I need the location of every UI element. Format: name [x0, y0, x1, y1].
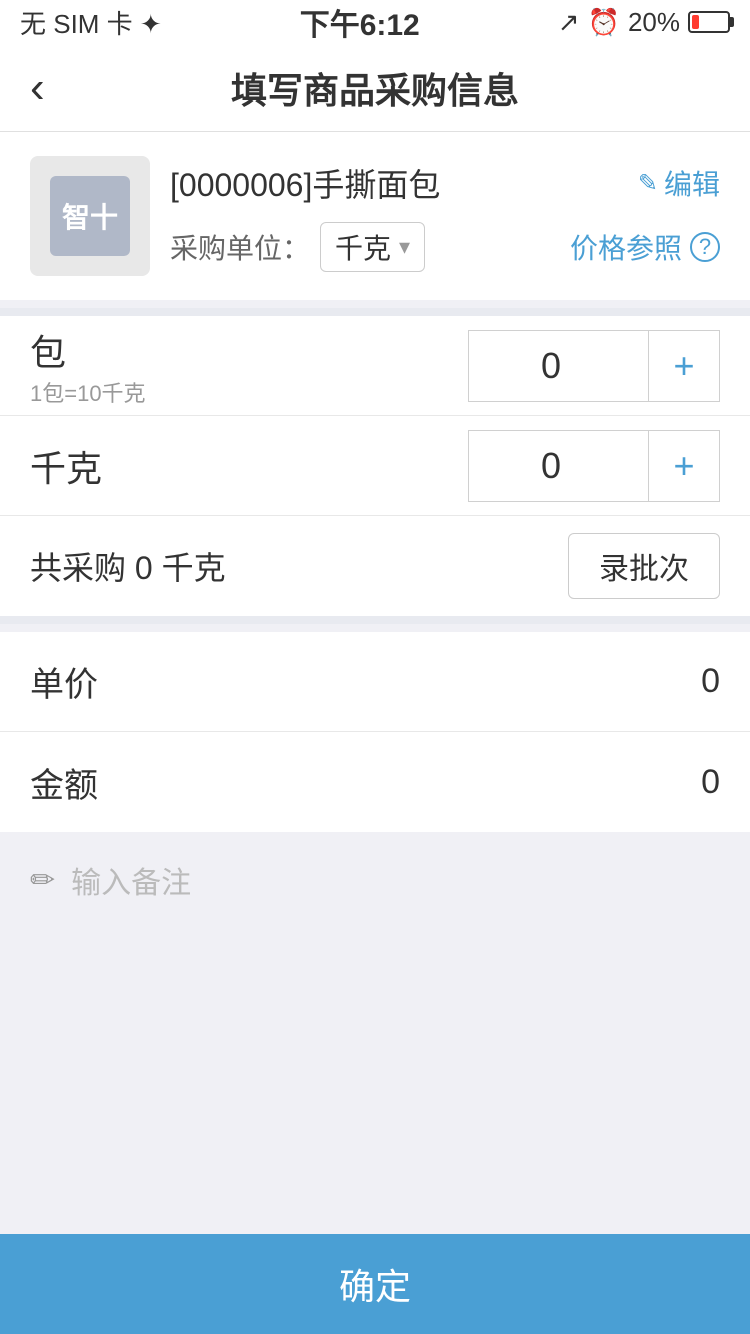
unit-price-row: 单价 0	[0, 632, 750, 732]
product-name-row: [0000006]手撕面包 ✎ 编辑	[170, 160, 720, 206]
help-icon: ?	[690, 232, 720, 262]
chevron-down-icon: ▾	[399, 234, 410, 260]
status-left: 无 SIM 卡 ✦	[20, 4, 162, 41]
product-unit-row: 采购单位： 千克 ▾ 价格参照 ?	[170, 222, 720, 272]
location-icon: ↗	[558, 7, 580, 38]
edit-icon: ✎	[638, 169, 658, 198]
page-title: 填写商品采购信息	[231, 62, 519, 114]
summary-text: 共采购 0 千克	[30, 543, 226, 589]
remark-placeholder: 输入备注	[71, 858, 191, 902]
amount-row: 金额 0	[0, 732, 750, 832]
summary-row: 共采购 0 千克 录批次	[0, 516, 750, 616]
product-logo: 智十	[50, 176, 130, 256]
kg-plus-button[interactable]: +	[648, 430, 720, 502]
unit-label: 采购单位：	[170, 227, 310, 267]
price-ref-button[interactable]: 价格参照 ?	[570, 227, 720, 267]
price-ref-label: 价格参照	[570, 227, 682, 267]
bag-label-main: 包	[30, 324, 150, 376]
product-name: [0000006]手撕面包	[170, 160, 440, 206]
bag-label-sub: 1包=10千克	[30, 376, 150, 408]
confirm-button[interactable]: 确定	[0, 1234, 750, 1334]
battery-percent: 20%	[628, 7, 680, 38]
input-section: 包 1包=10千克 + 千克 + 共采购 0 千克 录批次	[0, 316, 750, 616]
edit-label: 编辑	[664, 163, 720, 203]
section-divider-2	[0, 616, 750, 624]
battery-icon	[688, 11, 730, 33]
bag-qty-input[interactable]	[468, 330, 648, 402]
remark-section[interactable]: ✏ 输入备注	[0, 832, 750, 928]
bag-plus-button[interactable]: +	[648, 330, 720, 402]
edit-button[interactable]: ✎ 编辑	[638, 163, 720, 203]
product-card: 智十 [0000006]手撕面包 ✎ 编辑 采购单位： 千克 ▾	[0, 132, 750, 308]
section-divider-1	[0, 308, 750, 316]
kg-qty-wrapper: +	[468, 430, 720, 502]
status-time: 下午6:12	[300, 0, 420, 44]
bag-input-row: 包 1包=10千克 +	[0, 316, 750, 416]
unit-price-label: 单价	[30, 657, 98, 706]
status-right: ↗ ⏰ 20%	[558, 7, 730, 38]
unit-select[interactable]: 千克 ▾	[320, 222, 425, 272]
content-area	[0, 928, 750, 1228]
kg-label-main: 千克	[30, 440, 150, 492]
kg-label: 千克	[30, 440, 150, 492]
kg-qty-input[interactable]	[468, 430, 648, 502]
amount-value: 0	[701, 763, 720, 802]
bag-label: 包 1包=10千克	[30, 324, 150, 408]
kg-input-row: 千克 +	[0, 416, 750, 516]
batch-button[interactable]: 录批次	[568, 533, 720, 599]
alarm-icon: ⏰	[588, 7, 620, 38]
unit-value: 千克	[335, 227, 391, 267]
amount-label: 金额	[30, 758, 98, 807]
sim-status: 无 SIM 卡 ✦	[20, 4, 162, 41]
unit-price-value: 0	[701, 662, 720, 701]
pencil-icon: ✏	[30, 863, 55, 898]
back-button[interactable]: ‹	[30, 66, 45, 110]
product-info: [0000006]手撕面包 ✎ 编辑 采购单位： 千克 ▾ 价格参照 ?	[170, 160, 720, 272]
status-bar: 无 SIM 卡 ✦ 下午6:12 ↗ ⏰ 20%	[0, 0, 750, 44]
bag-qty-wrapper: +	[468, 330, 720, 402]
product-image: 智十	[30, 156, 150, 276]
price-section: 单价 0 金额 0	[0, 632, 750, 832]
nav-bar: ‹ 填写商品采购信息	[0, 44, 750, 132]
